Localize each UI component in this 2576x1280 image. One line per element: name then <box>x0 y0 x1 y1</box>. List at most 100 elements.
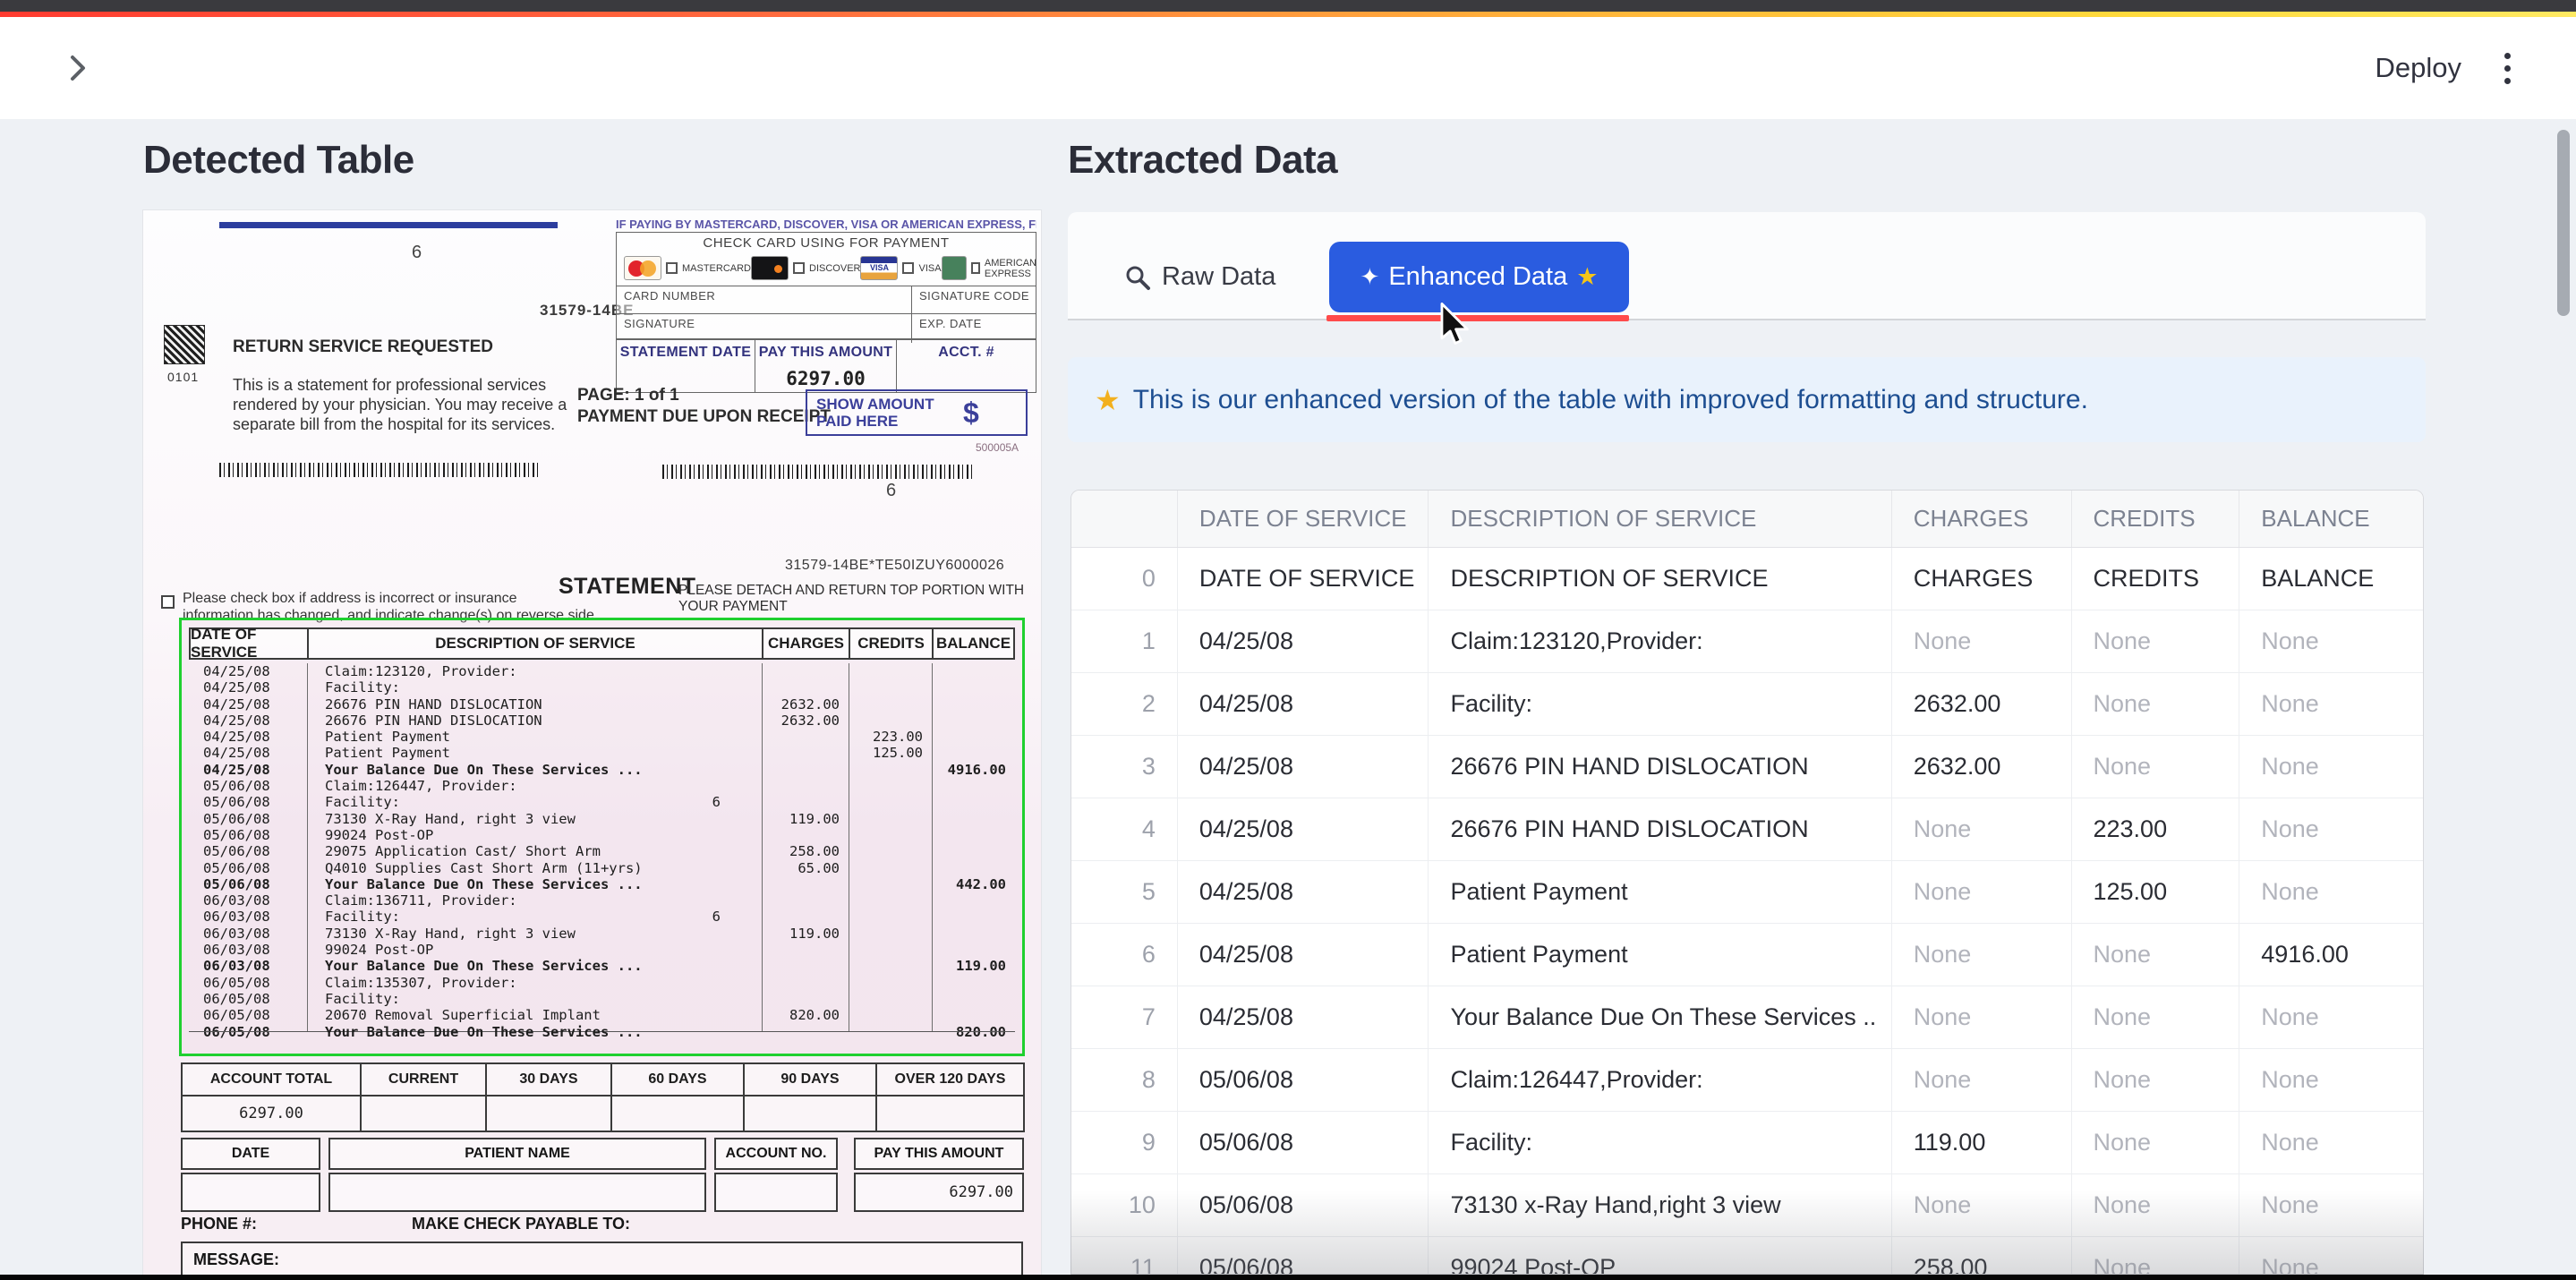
table-cell[interactable]: 119.00 <box>1892 1112 2072 1173</box>
table-cell[interactable]: None <box>2239 986 2423 1048</box>
table-cell[interactable]: BALANCE <box>2239 548 2423 610</box>
sidebar-expand-button[interactable] <box>57 47 98 89</box>
table-cell[interactable]: None <box>2239 1049 2423 1111</box>
table-cell[interactable]: None <box>2072 1112 2240 1173</box>
row-index[interactable]: 6 <box>1071 924 1178 986</box>
doc-card-payment-box: CHECK CARD USING FOR PAYMENT MASTERCARDD… <box>616 232 1036 339</box>
american express-logo-icon <box>942 256 967 280</box>
row-index[interactable]: 9 <box>1071 1112 1178 1173</box>
table-cell[interactable]: None <box>1892 1174 2072 1236</box>
row-index[interactable]: 1 <box>1071 610 1178 672</box>
table-cell[interactable]: Facility: <box>1429 1112 1891 1173</box>
row-index[interactable]: 4 <box>1071 798 1178 860</box>
table-cell[interactable]: 04/25/08 <box>1178 861 1429 923</box>
table-cell[interactable]: 04/25/08 <box>1178 924 1429 986</box>
column-header-date-of-service[interactable]: DATE OF SERVICE <box>1178 491 1429 547</box>
table-cell[interactable]: 04/25/08 <box>1178 798 1429 860</box>
row-index[interactable]: 8 <box>1071 1049 1178 1111</box>
table-cell[interactable]: 04/25/08 <box>1178 736 1429 798</box>
table-cell[interactable]: 223.00 <box>2072 798 2240 860</box>
doc-return-service-text: RETURN SERVICE REQUESTED <box>233 337 493 357</box>
column-header-description-of-service[interactable]: DESCRIPTION OF SERVICE <box>1429 491 1891 547</box>
row-index[interactable]: 7 <box>1071 986 1178 1048</box>
table-cell[interactable]: 04/25/08 <box>1178 986 1429 1048</box>
column-header-credits[interactable]: CREDITS <box>2072 491 2240 547</box>
table-cell[interactable]: 05/06/08 <box>1178 1174 1429 1236</box>
table-cell[interactable]: CHARGES <box>1892 548 2072 610</box>
table-cell[interactable]: Patient Payment <box>1429 861 1891 923</box>
deploy-button[interactable]: Deploy <box>2367 42 2471 94</box>
table-cell[interactable]: None <box>1892 798 2072 860</box>
table-row: 204/25/08Facility:2632.00NoneNone <box>1071 673 2423 736</box>
table-cell[interactable]: Facility: <box>1429 673 1891 735</box>
table-cell[interactable]: 73130 x-Ray Hand,right 3 view <box>1429 1174 1891 1236</box>
table-cell[interactable]: 04/25/08 <box>1178 673 1429 735</box>
table-cell[interactable]: None <box>1892 861 2072 923</box>
table-cell[interactable]: 125.00 <box>2072 861 2240 923</box>
row-index[interactable]: 3 <box>1071 736 1178 798</box>
table-cell[interactable]: None <box>2072 610 2240 672</box>
table-cell[interactable]: 05/06/08 <box>1178 1237 1429 1275</box>
table-row: 905/06/08Facility:119.00NoneNone <box>1071 1112 2423 1174</box>
table-cell[interactable]: 05/06/08 <box>1178 1112 1429 1173</box>
column-header-balance[interactable]: BALANCE <box>2239 491 2423 547</box>
table-cell[interactable]: CREDITS <box>2072 548 2240 610</box>
column-header-charges[interactable]: CHARGES <box>1892 491 2072 547</box>
table-cell[interactable]: None <box>2239 673 2423 735</box>
table-row: 1005/06/0873130 x-Ray Hand,right 3 viewN… <box>1071 1174 2423 1237</box>
table-cell[interactable]: None <box>2072 1049 2240 1111</box>
table-cell[interactable]: None <box>2239 861 2423 923</box>
row-index[interactable]: 2 <box>1071 673 1178 735</box>
doc-table-column-line <box>932 663 933 1032</box>
table-cell[interactable]: 2632.00 <box>1892 673 2072 735</box>
table-cell[interactable]: 2632.00 <box>1892 736 2072 798</box>
row-index[interactable]: 0 <box>1071 548 1178 610</box>
table-cell[interactable]: 4916.00 <box>2239 924 2423 986</box>
tab-enhanced-data[interactable]: ✦ Enhanced Data ★ <box>1329 242 1629 312</box>
table-cell[interactable]: None <box>2239 736 2423 798</box>
index-column-header[interactable] <box>1071 491 1178 547</box>
table-cell[interactable]: 05/06/08 <box>1178 1049 1429 1111</box>
table-cell[interactable]: None <box>2239 798 2423 860</box>
table-cell[interactable]: None <box>1892 986 2072 1048</box>
row-index[interactable]: 5 <box>1071 861 1178 923</box>
dataframe-body: 0DATE OF SERVICEDESCRIPTION OF SERVICECH… <box>1071 548 2423 1275</box>
doc-aging-header: ACCOUNT TOTALCURRENT30 DAYS60 DAYS90 DAY… <box>183 1064 1023 1097</box>
table-cell[interactable]: DESCRIPTION OF SERVICE <box>1429 548 1891 610</box>
doc-col-header: CREDITS <box>850 629 934 658</box>
table-cell[interactable]: Claim:123120,Provider: <box>1429 610 1891 672</box>
table-cell[interactable]: None <box>1892 610 2072 672</box>
table-cell[interactable]: 258.00 <box>1892 1237 2072 1275</box>
table-cell[interactable]: None <box>1892 924 2072 986</box>
table-cell[interactable]: None <box>2072 986 2240 1048</box>
table-cell[interactable]: None <box>2072 1174 2240 1236</box>
table-cell[interactable]: None <box>2239 1174 2423 1236</box>
table-cell[interactable]: 99024 Post-OP <box>1429 1237 1891 1275</box>
table-cell[interactable]: 04/25/08 <box>1178 610 1429 672</box>
table-cell[interactable]: Your Balance Due On These Services .. <box>1429 986 1891 1048</box>
table-cell[interactable]: None <box>2072 1237 2240 1275</box>
app-header: Deploy <box>0 17 2576 119</box>
table-cell[interactable]: None <box>2239 1237 2423 1275</box>
table-cell[interactable]: Claim:126447,Provider: <box>1429 1049 1891 1111</box>
table-cell[interactable]: Patient Payment <box>1429 924 1891 986</box>
row-index[interactable]: 11 <box>1071 1237 1178 1275</box>
table-cell[interactable]: 26676 PIN HAND DISLOCATION <box>1429 736 1891 798</box>
doc-pay-this-amount-label: PAY THIS AMOUNT <box>755 340 896 361</box>
table-cell[interactable]: 26676 PIN HAND DISLOCATION <box>1429 798 1891 860</box>
scrollbar-thumb[interactable] <box>2557 130 2570 316</box>
table-cell[interactable]: None <box>2072 924 2240 986</box>
table-cell[interactable]: None <box>1892 1049 2072 1111</box>
tab-raw-data[interactable]: Raw Data <box>1124 242 1275 312</box>
row-index[interactable]: 10 <box>1071 1174 1178 1236</box>
table-cell[interactable]: None <box>2239 610 2423 672</box>
window-bottom-edge <box>0 1275 2576 1280</box>
table-cell[interactable]: None <box>2072 673 2240 735</box>
table-cell[interactable]: DATE OF SERVICE <box>1178 548 1429 610</box>
doc-col-header: DATE OF SERVICE <box>191 629 309 658</box>
overflow-menu-button[interactable] <box>2485 46 2529 90</box>
table-cell[interactable]: None <box>2072 736 2240 798</box>
table-cell[interactable]: None <box>2239 1112 2423 1173</box>
doc-table-row: 06/03/08Your Balance Due On These Servic… <box>189 958 1015 974</box>
doc-aging-value <box>612 1097 745 1131</box>
